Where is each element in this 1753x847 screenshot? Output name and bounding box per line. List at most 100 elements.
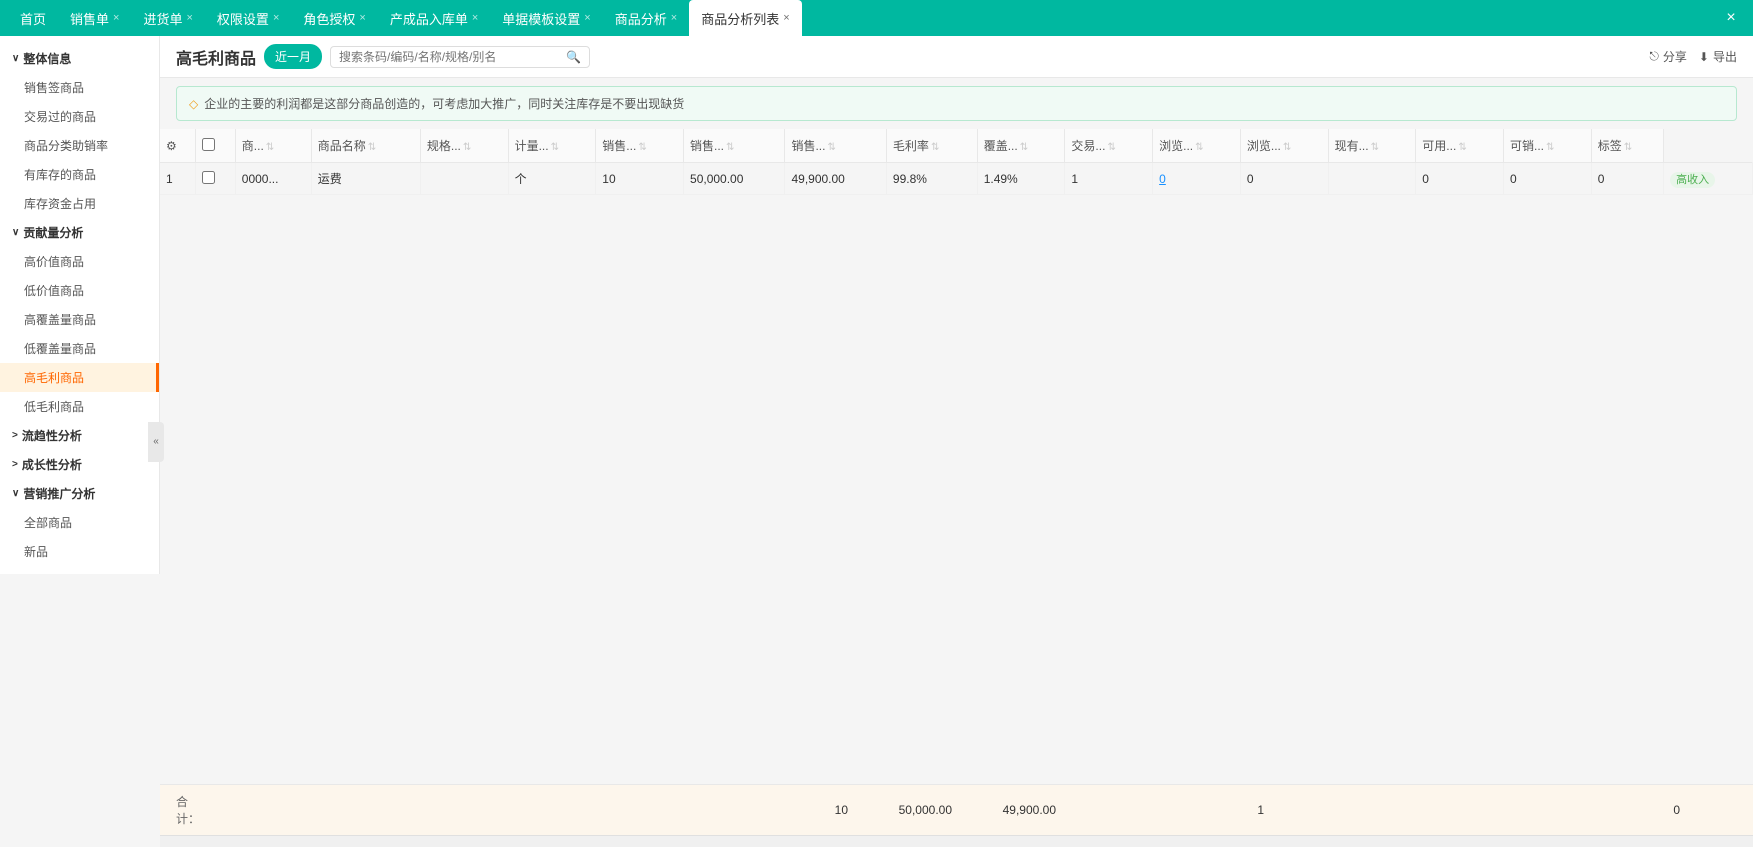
sort-icon: ⇅ (1020, 142, 1028, 153)
col-header-可销...[interactable]: 可销...⇅ (1504, 129, 1592, 163)
sort-icon: ⇅ (1283, 142, 1291, 153)
nav-close-icon[interactable]: × (113, 12, 119, 24)
sort-icon: ⇅ (368, 142, 376, 153)
col-header-商品名称[interactable]: 商品名称⇅ (311, 129, 420, 163)
banner-text: 企业的主要的利润都是这部分商品创造的，可考虑加大推广，同时关注库存是不要出现缺货 (204, 95, 684, 112)
col-header-销售...[interactable]: 销售...⇅ (596, 129, 684, 163)
col-header-浏览...[interactable]: 浏览...⇅ (1153, 129, 1241, 163)
col-header-交易...[interactable]: 交易...⇅ (1065, 129, 1153, 163)
search-icon[interactable]: 🔍 (566, 50, 581, 64)
gross-margin-cell: 1.49% (977, 163, 1065, 195)
nav-close-icon[interactable]: × (273, 12, 279, 24)
table-footer: 合计： 10 50,000.00 49,900.00 1 0 0 (160, 784, 1753, 835)
sidebar-group-贡献量分析[interactable]: ∨ 贡献量分析 (0, 218, 159, 247)
sidebar-item-高毛利商品[interactable]: 高毛利商品 (0, 363, 159, 392)
nav-close-icon[interactable]: × (671, 12, 677, 24)
sidebar-group-整体信息[interactable]: ∨整体信息 (0, 44, 159, 73)
sidebar-item-库存资金占用[interactable]: 库存资金占用 (0, 189, 159, 218)
group-arrow-icon: ∨ (12, 53, 19, 64)
header-actions: ⎋ 分享 ⬇ 导出 (1649, 48, 1737, 65)
nav-close-icon[interactable]: × (186, 12, 192, 24)
filter-recent-month[interactable]: 近一月 (264, 44, 322, 69)
sidebar-item-高覆盖量商品[interactable]: 高覆盖量商品 (0, 305, 159, 334)
col-header-现有...[interactable]: 现有...⇅ (1328, 129, 1416, 163)
name-cell: 运费 (311, 163, 420, 195)
col-header-毛利率[interactable]: 毛利率⇅ (886, 129, 977, 163)
col-header-标签[interactable]: 标签⇅ (1591, 129, 1663, 163)
footer-label: 合计： (176, 793, 200, 827)
export-icon: ⬇ (1699, 50, 1709, 64)
nav-item-首页[interactable]: 首页 (8, 0, 58, 36)
sort-icon: ⇅ (1107, 142, 1115, 153)
group-label: 营销推广分析 (23, 485, 95, 502)
col-header-计量...[interactable]: 计量...⇅ (508, 129, 596, 163)
sidebar-group-成长性分析[interactable]: >成长性分析 (0, 450, 159, 479)
nav-item-商品分析列表[interactable]: 商品分析列表 × (689, 0, 801, 36)
sort-icon: ⇅ (1624, 142, 1632, 153)
table-container[interactable]: ⚙商...⇅商品名称⇅规格...⇅计量...⇅销售...⇅销售...⇅销售...… (160, 129, 1753, 784)
footer-sale-amount2: 49,900.00 (976, 803, 1056, 817)
sort-icon: ⇅ (1371, 142, 1379, 153)
nav-close-icon[interactable]: × (472, 12, 478, 24)
nav-item-产成品入库单[interactable]: 产成品入库单 × (378, 0, 490, 36)
nav-item-角色授权[interactable]: 角色授权 × (291, 0, 377, 36)
table-body: 10000...运费个1050,000.0049,900.0099.8%1.49… (160, 163, 1753, 195)
horizontal-scrollbar[interactable] (160, 835, 1753, 847)
col-header-销售...[interactable]: 销售...⇅ (684, 129, 785, 163)
group-arrow-icon: ∨ (12, 227, 19, 238)
sale-pct-cell: 99.8% (886, 163, 977, 195)
share-button[interactable]: ⎋ 分享 (1649, 48, 1687, 65)
nav-close-icon[interactable]: × (783, 12, 789, 24)
sort-icon: ⇅ (931, 142, 939, 153)
sellable-cell: 0 (1591, 163, 1663, 195)
sidebar-group-营销推广分析[interactable]: ∨营销推广分析 (0, 479, 159, 508)
sidebar-item-高价值商品[interactable]: 高价值商品 (0, 247, 159, 276)
select-all-checkbox[interactable] (202, 138, 215, 151)
col-header-商...[interactable]: 商...⇅ (235, 129, 311, 163)
tag-cell: 高收入 (1664, 163, 1753, 195)
sort-icon: ⇅ (1458, 142, 1466, 153)
nav-item-进货单[interactable]: 进货单 × (131, 0, 204, 36)
col-header-规格...[interactable]: 规格...⇅ (420, 129, 508, 163)
sidebar-item-商品分类助销率[interactable]: 商品分类助销率 (0, 131, 159, 160)
sort-icon: ⇅ (463, 142, 471, 153)
link-value[interactable]: 0 (1159, 172, 1166, 186)
row-checkbox[interactable] (202, 171, 215, 184)
seq-cell: 1 (160, 163, 196, 195)
col-header-覆盖...[interactable]: 覆盖...⇅ (977, 129, 1065, 163)
sidebar-item-交易过的商品[interactable]: 交易过的商品 (0, 102, 159, 131)
nav-close-icon[interactable]: × (584, 12, 590, 24)
nav-item-销售单[interactable]: 销售单 × (58, 0, 131, 36)
sidebar-item-低毛利商品[interactable]: 低毛利商品 (0, 392, 159, 421)
nav-item-商品分析[interactable]: 商品分析 × (603, 0, 689, 36)
sidebar-collapse-button[interactable]: « (148, 422, 164, 462)
col-header-浏览...[interactable]: 浏览...⇅ (1240, 129, 1328, 163)
nav-close-icon[interactable]: × (359, 12, 365, 24)
sort-icon: ⇅ (266, 142, 274, 153)
nav-item-单据模板设置[interactable]: 单据模板设置 × (490, 0, 602, 36)
group-arrow-icon: > (12, 459, 18, 470)
sidebar-item-低价值商品[interactable]: 低价值商品 (0, 276, 159, 305)
sidebar-item-全部商品[interactable]: 全部商品 (0, 508, 159, 537)
search-input[interactable] (339, 50, 566, 64)
footer-sale-amount: 50,000.00 (872, 803, 952, 817)
sidebar-item-有库存的商品[interactable]: 有库存的商品 (0, 160, 159, 189)
sidebar-group-流趋性分析[interactable]: >流趋性分析 (0, 421, 159, 450)
sidebar-item-低覆盖量商品[interactable]: 低覆盖量商品 (0, 334, 159, 363)
export-button[interactable]: ⬇ 导出 (1699, 48, 1737, 65)
footer-current-stock: 0 (1600, 803, 1680, 817)
col-header-销售...[interactable]: 销售...⇅ (785, 129, 886, 163)
info-banner: ◇ 企业的主要的利润都是这部分商品创造的，可考虑加大推广，同时关注库存是不要出现… (176, 86, 1737, 121)
sidebar-item-新品[interactable]: 新品 (0, 537, 159, 566)
window-close-button[interactable]: × (1717, 4, 1745, 32)
nav-item-权限设置[interactable]: 权限设置 × (205, 0, 291, 36)
footer-available: 0 (1704, 803, 1753, 817)
group-label: 流趋性分析 (22, 427, 82, 444)
info-icon: ◇ (189, 97, 198, 111)
browse1-cell: 0 (1240, 163, 1328, 195)
top-navigation: 首页销售单 ×进货单 ×权限设置 ×角色授权 ×产成品入库单 ×单据模板设置 ×… (0, 0, 1753, 36)
sidebar-item-销售签商品[interactable]: 销售签商品 (0, 73, 159, 102)
spec-cell (420, 163, 508, 195)
col-header-可用...[interactable]: 可用...⇅ (1416, 129, 1504, 163)
group-label: 贡献量分析 (23, 224, 83, 241)
